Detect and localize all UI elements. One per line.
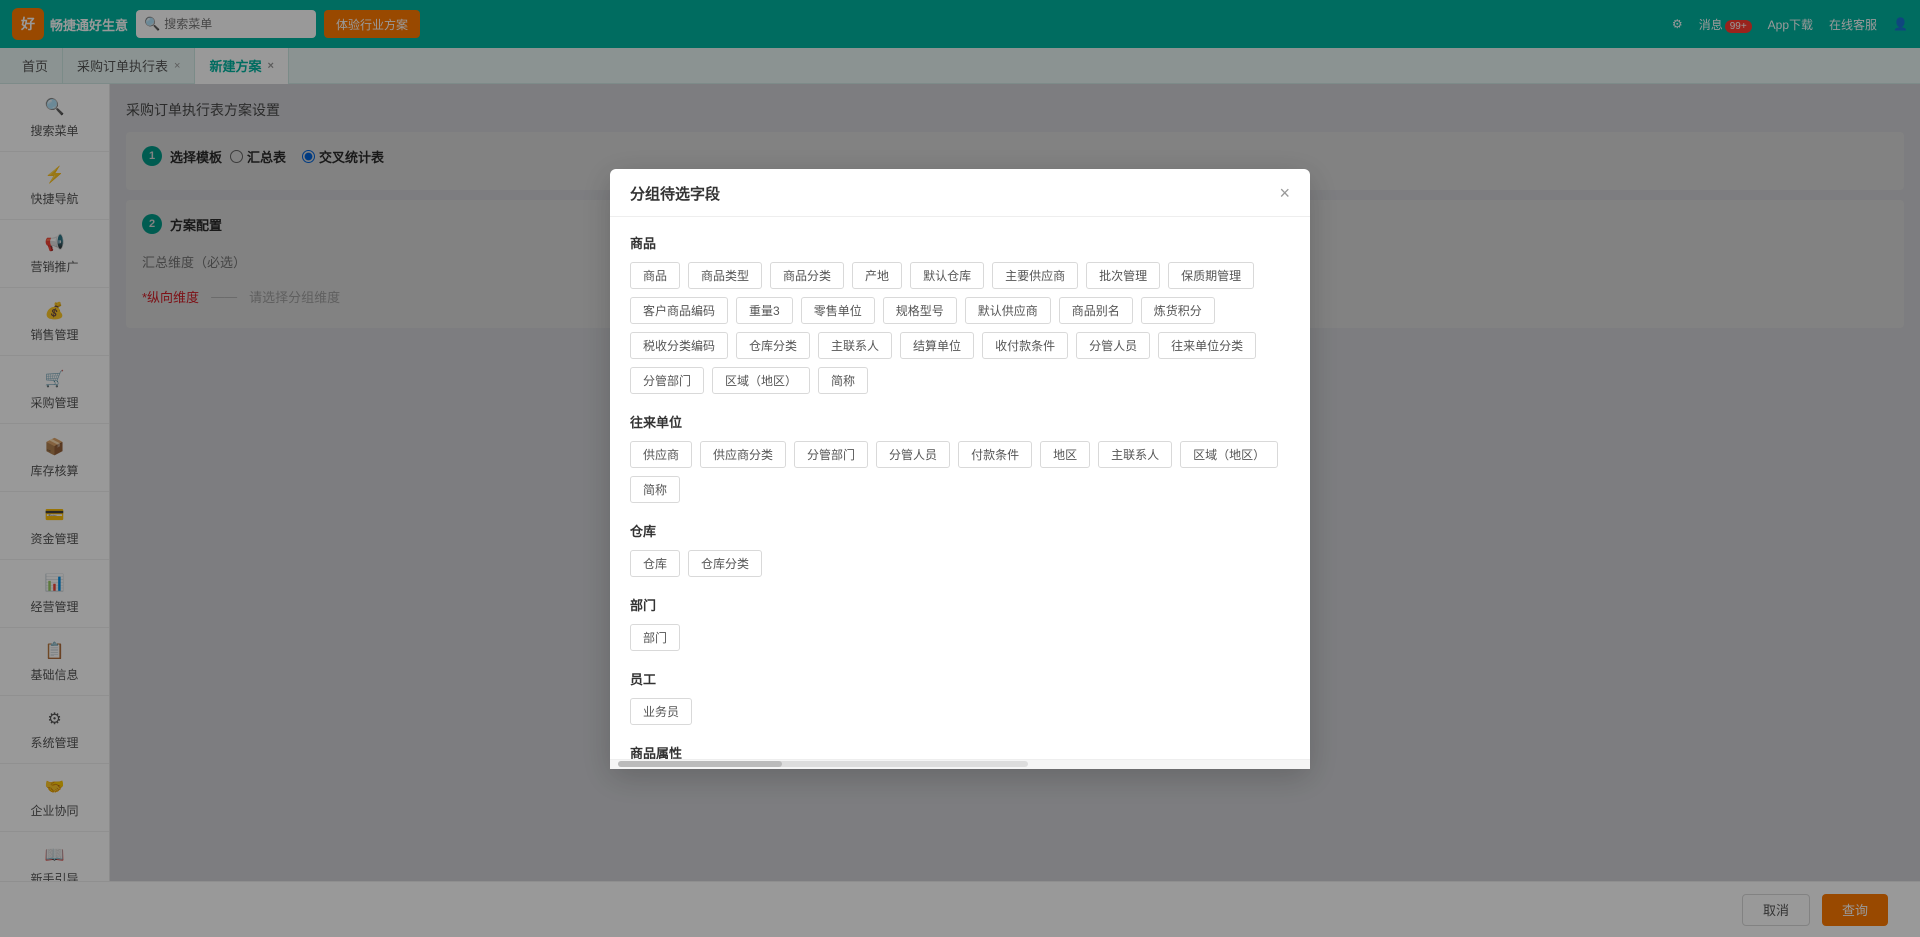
field-tag-region-product[interactable]: 区域（地区） <box>712 367 810 394</box>
field-tag-tax-code[interactable]: 税收分类编码 <box>630 332 728 359</box>
field-tag-admin-dept[interactable]: 分管部门 <box>630 367 704 394</box>
field-tag-weight3[interactable]: 重量3 <box>736 297 793 324</box>
field-tag-main-supplier[interactable]: 主要供应商 <box>992 262 1078 289</box>
modal-close-button[interactable]: × <box>1279 184 1290 202</box>
field-tag-product-type[interactable]: 商品类型 <box>688 262 762 289</box>
section-warehouse-title: 仓库 <box>630 521 1290 540</box>
section-staff-title: 员工 <box>630 669 1290 688</box>
section-warehouse: 仓库 仓库 仓库分类 <box>630 521 1290 577</box>
field-tag-partner-region[interactable]: 区域（地区） <box>1180 441 1278 468</box>
field-tag-settle-unit[interactable]: 结算单位 <box>900 332 974 359</box>
field-tag-partner-main-contact[interactable]: 主联系人 <box>1098 441 1172 468</box>
field-tag-batch-mgmt[interactable]: 批次管理 <box>1086 262 1160 289</box>
modal-body: 商品 商品 商品类型 商品分类 产地 默认仓库 主要供应商 批次管理 保质期管理… <box>610 217 1310 759</box>
product-field-tags: 商品 商品类型 商品分类 产地 默认仓库 主要供应商 批次管理 保质期管理 客户… <box>630 262 1290 394</box>
field-tag-default-supplier[interactable]: 默认供应商 <box>965 297 1051 324</box>
section-partner: 往来单位 供应商 供应商分类 分管部门 分管人员 付款条件 地区 主联系人 区域… <box>630 412 1290 503</box>
field-tag-expiry-mgmt[interactable]: 保质期管理 <box>1168 262 1254 289</box>
modal-overlay: 分组待选字段 × 商品 商品 商品类型 商品分类 产地 默认仓库 主要供应商 批… <box>0 0 1920 937</box>
section-product-attr-title: 商品属性 <box>630 743 1290 759</box>
field-tag-short-name-product[interactable]: 简称 <box>818 367 868 394</box>
section-partner-title: 往来单位 <box>630 412 1290 431</box>
field-tag-warehouse-category[interactable]: 仓库分类 <box>736 332 810 359</box>
modal-title: 分组待选字段 <box>630 183 720 204</box>
field-tag-customer-code[interactable]: 客户商品编码 <box>630 297 728 324</box>
field-tag-main-contact[interactable]: 主联系人 <box>818 332 892 359</box>
field-tag-supplier-category[interactable]: 供应商分类 <box>700 441 786 468</box>
field-tag-warehouse[interactable]: 仓库 <box>630 550 680 577</box>
field-tag-origin[interactable]: 产地 <box>852 262 902 289</box>
warehouse-field-tags: 仓库 仓库分类 <box>630 550 1290 577</box>
field-tag-product-alias[interactable]: 商品别名 <box>1059 297 1133 324</box>
field-tag-default-warehouse[interactable]: 默认仓库 <box>910 262 984 289</box>
field-tag-partner-admin-dept[interactable]: 分管部门 <box>794 441 868 468</box>
field-tag-product-category[interactable]: 商品分类 <box>770 262 844 289</box>
field-tag-partner-admin-person[interactable]: 分管人员 <box>876 441 950 468</box>
field-tag-admin-person[interactable]: 分管人员 <box>1076 332 1150 359</box>
field-select-modal: 分组待选字段 × 商品 商品 商品类型 商品分类 产地 默认仓库 主要供应商 批… <box>610 169 1310 769</box>
modal-hscroll[interactable] <box>610 759 1310 769</box>
field-tag-payment-terms[interactable]: 收付款条件 <box>982 332 1068 359</box>
field-tag-payment-condition[interactable]: 付款条件 <box>958 441 1032 468</box>
modal-header: 分组待选字段 × <box>610 169 1310 217</box>
field-tag-warehouse-cat[interactable]: 仓库分类 <box>688 550 762 577</box>
field-tag-area[interactable]: 地区 <box>1040 441 1090 468</box>
field-tag-spec-model[interactable]: 规格型号 <box>883 297 957 324</box>
section-dept-title: 部门 <box>630 595 1290 614</box>
section-product-attr: 商品属性 属性 颜色 多规格 尺码 鞋码 1 <box>630 743 1290 759</box>
partner-field-tags: 供应商 供应商分类 分管部门 分管人员 付款条件 地区 主联系人 区域（地区） … <box>630 441 1290 503</box>
staff-field-tags: 业务员 <box>630 698 1290 725</box>
field-tag-retail-unit[interactable]: 零售单位 <box>801 297 875 324</box>
field-tag-supplier[interactable]: 供应商 <box>630 441 692 468</box>
section-dept: 部门 部门 <box>630 595 1290 651</box>
section-staff: 员工 业务员 <box>630 669 1290 725</box>
section-product-title: 商品 <box>630 233 1290 252</box>
section-product: 商品 商品 商品类型 商品分类 产地 默认仓库 主要供应商 批次管理 保质期管理… <box>630 233 1290 394</box>
field-tag-partner-short[interactable]: 简称 <box>630 476 680 503</box>
field-tag-dept[interactable]: 部门 <box>630 624 680 651</box>
field-tag-product[interactable]: 商品 <box>630 262 680 289</box>
field-tag-salesperson[interactable]: 业务员 <box>630 698 692 725</box>
field-tag-partner-category[interactable]: 往来单位分类 <box>1158 332 1256 359</box>
field-tag-refine-points[interactable]: 炼货积分 <box>1141 297 1215 324</box>
dept-field-tags: 部门 <box>630 624 1290 651</box>
